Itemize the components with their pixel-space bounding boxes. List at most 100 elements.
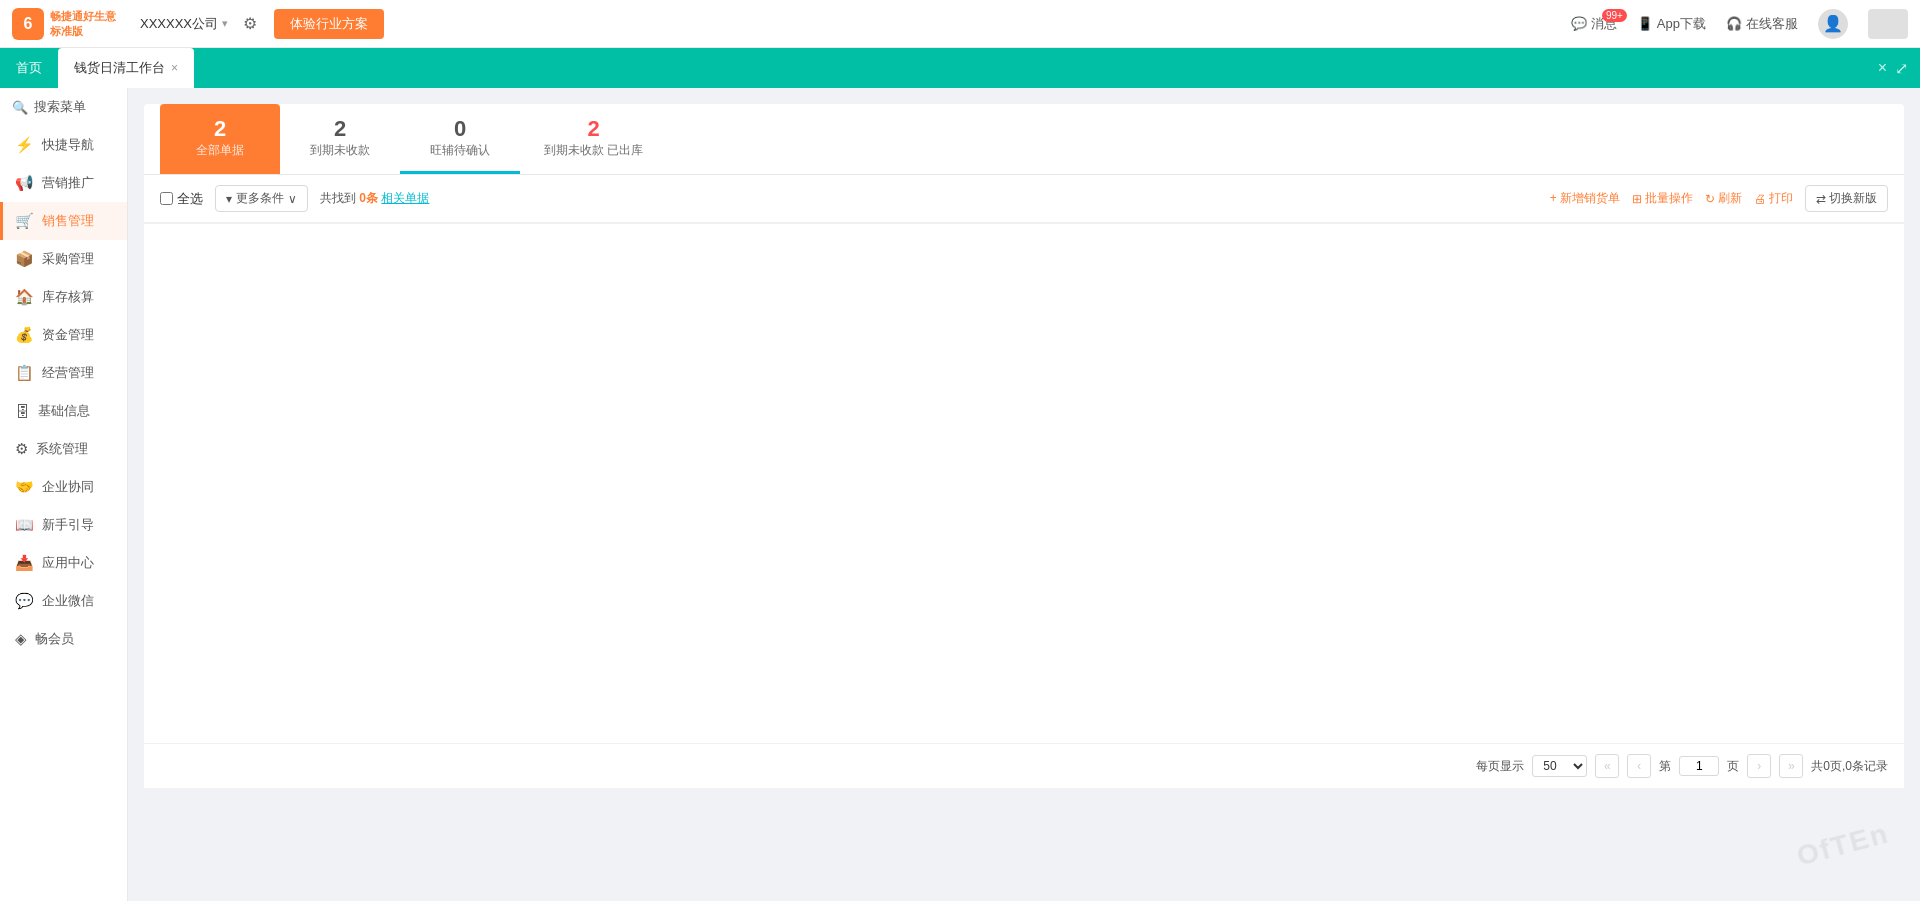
stats-count-overdue-shipped: 2 [588,116,600,142]
tab-workbench[interactable]: 钱货日清工作台 × [58,48,194,88]
last-page-btn[interactable]: » [1779,754,1803,778]
sidebar-item-basic-info[interactable]: 🗄 基础信息 [0,392,127,430]
sidebar-label-cooperation: 企业协同 [42,478,94,496]
sidebar-item-quick-nav[interactable]: ⚡ 快捷导航 [0,126,127,164]
sidebar-item-cooperation[interactable]: 🤝 企业协同 [0,468,127,506]
sidebar-item-wechat[interactable]: 💬 企业微信 [0,582,127,620]
sidebar-search-label: 搜索菜单 [34,98,86,116]
sidebar-label-finance: 资金管理 [42,326,94,344]
tab-close-icon[interactable]: × [171,61,178,75]
add-btn[interactable]: + 新增销货单 [1550,190,1620,207]
sidebar-item-sales[interactable]: 🛒 销售管理 [0,202,127,240]
found-text: 共找到 0条 相关单据 [320,190,429,207]
app-download-label: App下载 [1657,15,1706,33]
sidebar-label-member: 畅会员 [35,630,74,648]
pagination: 每页显示 50 100 200 « ‹ 第 1 页 › » 共0页,0条记录 [144,743,1904,788]
sidebar-item-finance[interactable]: 💰 资金管理 [0,316,127,354]
first-page-btn[interactable]: « [1595,754,1619,778]
user-name-area[interactable] [1868,9,1908,39]
sidebar-item-app-center[interactable]: 📥 应用中心 [0,544,127,582]
sidebar-label-marketing: 营销推广 [42,174,94,192]
topbar: 6 畅捷通好生意 标准版 XXXXXX公司 ▾ ⚙ 体验行业方案 💬 消息 99… [0,0,1920,48]
tab-workbench-label: 钱货日清工作台 [74,59,165,77]
sidebar-icon-app-center: 📥 [15,554,34,572]
online-service-item[interactable]: 🎧 在线客服 [1726,15,1798,33]
refresh-btn[interactable]: ↻ 刷新 [1705,190,1742,207]
stats-label-overdue-shipped: 到期未收款 已出库 [544,142,643,159]
sidebar-item-member[interactable]: ◈ 畅会员 [0,620,127,658]
per-page-label: 每页显示 [1476,758,1524,775]
stats-tab-overdue-shipped[interactable]: 2 到期未收款 已出库 [520,104,667,174]
print-btn[interactable]: 🖨 打印 [1754,190,1793,207]
message-icon: 💬 [1571,16,1587,31]
filter-btn[interactable]: ▾ 更多条件 ∨ [215,185,308,212]
main-content: 2 全部单据 2 到期未收款 0 旺辅待确认 2 到期未收款 已出库 全选 ▾ … [128,88,1920,901]
topbar-right: 💬 消息 99+ 📱 App下载 🎧 在线客服 👤 [1571,9,1908,39]
sidebar-icon-cooperation: 🤝 [15,478,34,496]
select-all-checkbox[interactable]: 全选 [160,190,203,208]
stats-tab-overdue[interactable]: 2 到期未收款 [280,104,400,174]
sidebar-icon-inventory: 🏠 [15,288,34,306]
stats-tab-all[interactable]: 2 全部单据 [160,104,280,174]
sidebar-icon-finance: 💰 [15,326,34,344]
message-item[interactable]: 💬 消息 99+ [1571,15,1617,33]
company-name: XXXXXX公司 [140,15,218,33]
batch-btn[interactable]: ⊞ 批量操作 [1632,190,1693,207]
sidebar-icon-guide: 📖 [15,516,34,534]
stats-label-wangwang: 旺辅待确认 [430,142,490,159]
app-download-item[interactable]: 📱 App下载 [1637,15,1706,33]
next-page-btn[interactable]: › [1747,754,1771,778]
stats-count-overdue: 2 [334,116,346,142]
stats-tab-wangwang[interactable]: 0 旺辅待确认 [400,104,520,174]
found-count: 0条 [359,191,378,205]
sidebar-label-app-center: 应用中心 [42,554,94,572]
sidebar-label-purchase: 采购管理 [42,250,94,268]
page-label: 第 [1659,758,1671,775]
select-all-input[interactable] [160,192,173,205]
tab-controls: × ⤢ [1878,59,1920,78]
sidebar-search[interactable]: 🔍 搜索菜单 [0,88,127,126]
app-download-icon: 📱 [1637,16,1653,31]
total-label: 共0页,0条记录 [1811,758,1888,775]
stats-count-wangwang: 0 [454,116,466,142]
switch-icon: ⇄ [1816,192,1826,206]
logo-icon: 6 [12,8,44,40]
experience-btn[interactable]: 体验行业方案 [274,9,384,39]
avatar[interactable]: 👤 [1818,9,1848,39]
page-input[interactable]: 1 [1679,756,1719,776]
sidebar-item-operation[interactable]: 📋 经营管理 [0,354,127,392]
sidebar-item-guide[interactable]: 📖 新手引导 [0,506,127,544]
print-icon: 🖨 [1754,192,1766,206]
filter-label: 更多条件 [236,190,284,207]
per-page-select[interactable]: 50 100 200 [1532,755,1587,777]
sidebar-icon-quick-nav: ⚡ [15,136,34,154]
sidebar-label-sales: 销售管理 [42,212,94,230]
sidebar-item-purchase[interactable]: 📦 采购管理 [0,240,127,278]
tabbar: 首页 钱货日清工作台 × × ⤢ [0,48,1920,88]
sidebar-item-marketing[interactable]: 📢 营销推广 [0,164,127,202]
batch-icon: ⊞ [1632,192,1642,206]
headset-icon: 🎧 [1726,16,1742,31]
sidebar-icon-basic-info: 🗄 [15,403,30,420]
search-icon: 🔍 [12,100,28,115]
sidebar-icon-member: ◈ [15,630,27,648]
switch-version-btn[interactable]: ⇄ 切换新版 [1805,185,1888,212]
company-chevron-icon: ▾ [222,17,228,30]
sidebar-item-system[interactable]: ⚙ 系统管理 [0,430,127,468]
settings-icon[interactable]: ⚙ [236,10,264,38]
prev-page-btn[interactable]: ‹ [1627,754,1651,778]
tab-home[interactable]: 首页 [0,48,58,88]
company-selector[interactable]: XXXXXX公司 ▾ [140,15,228,33]
maximize-icon[interactable]: ⤢ [1895,59,1908,78]
refresh-icon: ↻ [1705,192,1715,206]
sidebar: 🔍 搜索菜单 ⚡ 快捷导航 📢 营销推广 🛒 销售管理 📦 采购管理 🏠 库存核… [0,88,128,901]
online-service-label: 在线客服 [1746,15,1798,33]
filter-chevron-icon: ∨ [288,192,297,206]
toolbar: 全选 ▾ 更多条件 ∨ 共找到 0条 相关单据 + 新增销货单 ⊞ 批量操作 ↻… [144,175,1904,223]
logo-text: 畅捷通好生意 标准版 [50,9,116,38]
sidebar-item-inventory[interactable]: 🏠 库存核算 [0,278,127,316]
related-orders-link[interactable]: 相关单据 [381,191,429,205]
minimize-icon[interactable]: × [1878,59,1887,78]
select-all-label: 全选 [177,190,203,208]
message-badge: 99+ [1602,9,1627,22]
